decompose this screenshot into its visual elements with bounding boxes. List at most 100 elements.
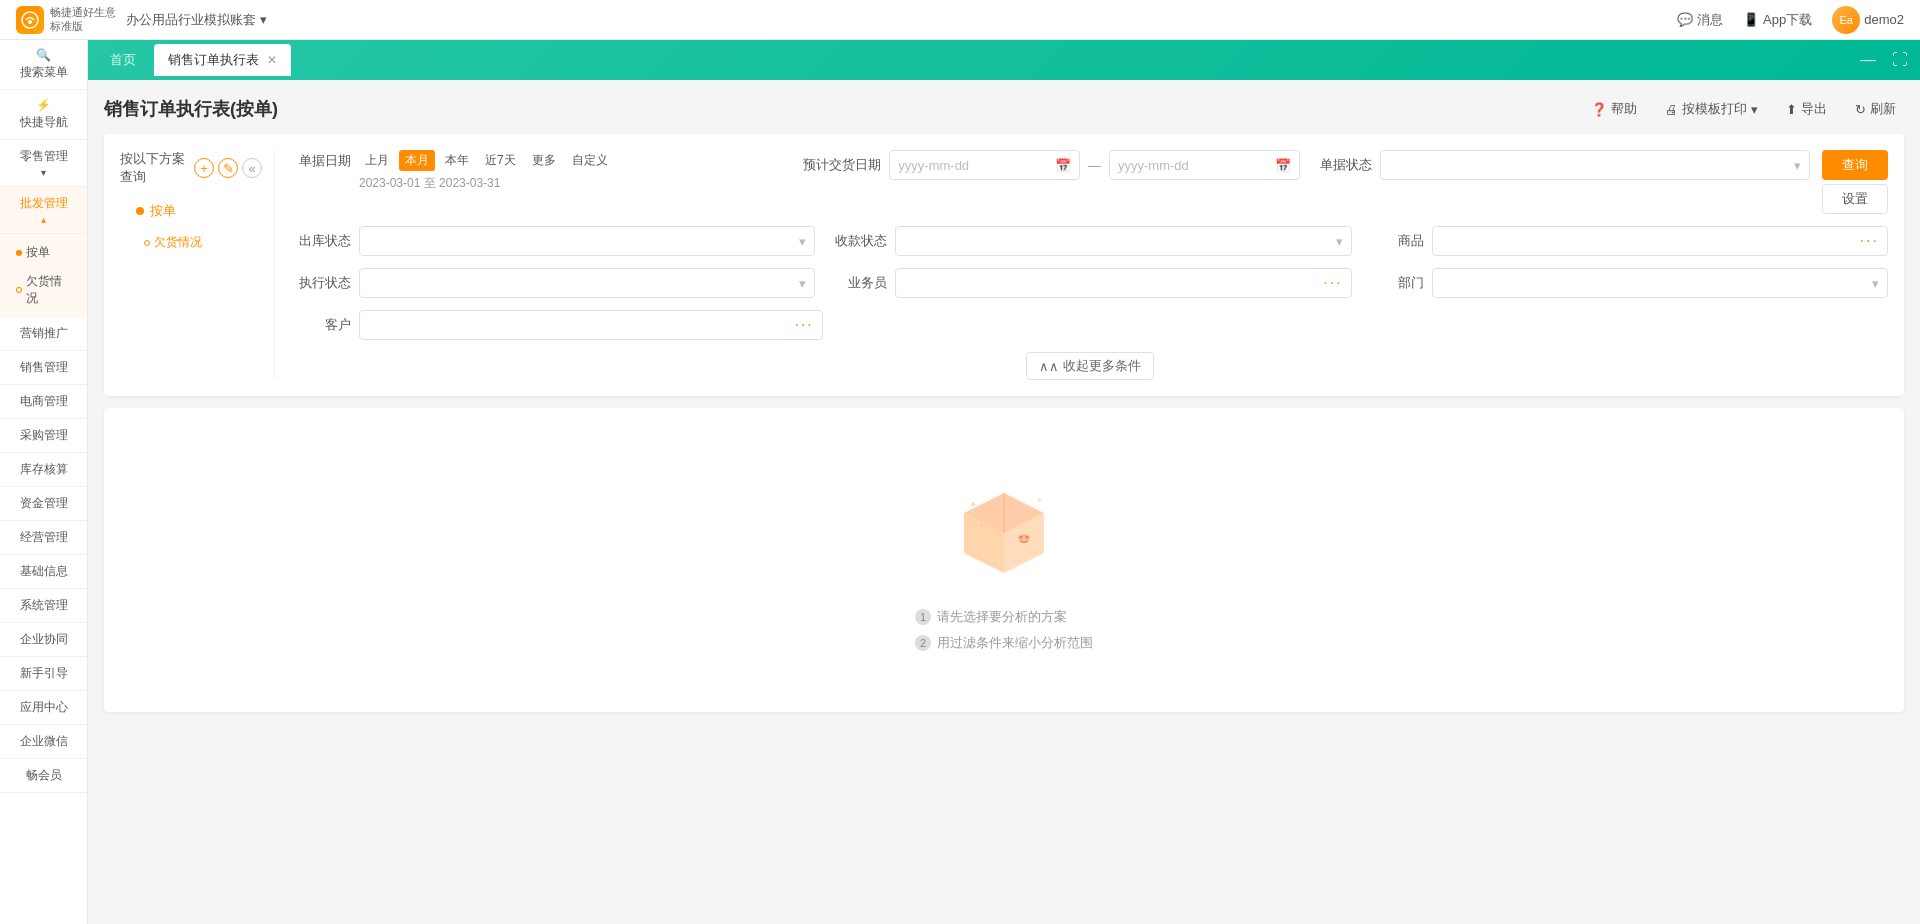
message-icon: 💬 (1677, 12, 1693, 27)
app-download-button[interactable]: 📱 App下载 (1743, 11, 1812, 29)
page-title: 销售订单执行表(按单) (104, 97, 278, 121)
sidebar-item-search[interactable]: 🔍 搜索菜单 (0, 40, 87, 90)
sidebar-item-appstore[interactable]: 应用中心 (0, 691, 87, 725)
sidebar-item-corp[interactable]: 企业协同 (0, 623, 87, 657)
quicknav-icon: ⚡ (36, 98, 51, 112)
user-avatar: Ea (1832, 6, 1860, 34)
sidebar-item-inventory[interactable]: 库存核算 (0, 453, 87, 487)
company-selector[interactable]: 办公用品行业模拟账套 ▾ (126, 11, 267, 29)
scheme-subitem-overdue[interactable]: 欠货情况 (120, 228, 262, 257)
empty-tip-1: 1 请先选择要分析的方案 (915, 608, 1093, 626)
goods-more-icon[interactable]: ··· (1860, 232, 1879, 250)
sidebar-item-wxwork[interactable]: 企业微信 (0, 725, 87, 759)
collapse-more-button[interactable]: ∧∧ 收起更多条件 (1026, 352, 1154, 380)
bill-status-select[interactable]: ▾ (1380, 150, 1810, 180)
wholesale-label: 批发管理 (20, 195, 68, 212)
scheme-edit-button[interactable]: ✎ (218, 158, 238, 178)
tab-minimize-icon[interactable]: — (1856, 47, 1880, 73)
sidebar-item-system[interactable]: 系统管理 (0, 589, 87, 623)
salesperson-label: 业务员 (827, 274, 887, 292)
chevron-down-icon: ▾ (1751, 102, 1758, 117)
bill-date-range-display: 2023-03-01 至 2023-03-31 (359, 175, 789, 192)
scheme-item-order[interactable]: 按单 (120, 194, 262, 228)
date-tab-more[interactable]: 更多 (526, 150, 562, 171)
sidebar-item-operation[interactable]: 经营管理 (0, 521, 87, 555)
salesperson-input[interactable]: ··· (895, 268, 1351, 298)
filter-panel: 按以下方案查询 + ✎ « 按单 (104, 134, 1904, 396)
sidebar-quicknav-label: 快捷导航 (20, 114, 68, 131)
department-group: 部门 ▾ (1364, 268, 1888, 298)
sidebar-item-ecommerce[interactable]: 电商管理 (0, 385, 87, 419)
template-print-button[interactable]: 🖨 按模板打印 ▾ (1657, 96, 1766, 122)
sidebar-item-quicknav[interactable]: ⚡ 快捷导航 (0, 90, 87, 140)
sidebar: 🔍 搜索菜单 ⚡ 快捷导航 零售管理 ▾ 批发管理 ▴ 按单 欠货情况 营销推 (0, 40, 88, 924)
sidebar-item-retail[interactable]: 零售管理 ▾ (0, 140, 87, 187)
app-logo-icon (16, 6, 44, 34)
help-button[interactable]: ❓ 帮助 (1583, 96, 1645, 122)
sidebar-item-wholesale[interactable]: 批发管理 ▴ (0, 187, 87, 234)
scheme-add-button[interactable]: + (194, 158, 214, 178)
settings-button[interactable]: 设置 (1822, 184, 1888, 214)
customer-input[interactable]: ··· (359, 310, 823, 340)
scheme-panel-header: 按以下方案查询 + ✎ « (120, 150, 262, 194)
scheme-title: 按以下方案查询 (120, 150, 194, 186)
query-button[interactable]: 查询 (1822, 150, 1888, 180)
sidebar-search-label: 搜索菜单 (20, 64, 68, 81)
exec-status-select[interactable]: ▾ (359, 268, 815, 298)
expected-date-label: 预计交货日期 (801, 156, 881, 174)
department-select[interactable]: ▾ (1432, 268, 1888, 298)
customer-group: 客户 ··· (291, 310, 823, 340)
sidebar-item-member[interactable]: 畅会员 (0, 759, 87, 793)
empty-state: ✦ ✦ ✦ 1 请先选择要分析的方案 2 用过滤条件来缩小分析范围 (104, 408, 1904, 712)
expected-date-start-input[interactable]: yyyy-mm-dd 📅 (889, 150, 1080, 180)
help-label: 帮助 (1611, 100, 1637, 118)
chevron-down-icon: ▾ (1336, 234, 1343, 249)
scheme-subitem-overdue-label: 欠货情况 (154, 234, 202, 251)
tab-expand-icon[interactable]: ⛶ (1888, 47, 1912, 73)
sidebar-subitem-overdue[interactable]: 欠货情况 (0, 267, 87, 313)
print-icon: 🖨 (1665, 102, 1678, 117)
message-button[interactable]: 💬 消息 (1677, 11, 1723, 29)
date-tab-custom[interactable]: 自定义 (566, 150, 614, 171)
expected-date-group: 预计交货日期 yyyy-mm-dd 📅 — yyyy-mm-dd 📅 (801, 150, 1299, 180)
sidebar-item-sales[interactable]: 销售管理 (0, 351, 87, 385)
search-icon: 🔍 (36, 48, 51, 62)
svg-point-9 (1026, 536, 1029, 539)
date-tab-last-7days[interactable]: 近7天 (479, 150, 522, 171)
date-tab-this-year[interactable]: 本年 (439, 150, 475, 171)
tab-bar-right: — ⛶ (1856, 47, 1920, 73)
header-right: 💬 消息 📱 App下载 Ea demo2 (1677, 6, 1904, 34)
payment-status-select[interactable]: ▾ (895, 226, 1351, 256)
filter-row-4: 客户 ··· (291, 310, 1888, 340)
scheme-collapse-button[interactable]: « (242, 158, 262, 178)
sidebar-item-newbie[interactable]: 新手引导 (0, 657, 87, 691)
delivery-status-select[interactable]: ▾ (359, 226, 815, 256)
company-name: 办公用品行业模拟账套 (126, 11, 256, 29)
sidebar-item-marketing[interactable]: 营销推广 (0, 317, 87, 351)
expected-date-start-placeholder: yyyy-mm-dd (898, 158, 969, 173)
goods-input[interactable]: ··· (1432, 226, 1888, 256)
customer-more-icon[interactable]: ··· (794, 316, 813, 334)
top-header: 畅捷通好生意 标准版 办公用品行业模拟账套 ▾ 💬 消息 📱 App下载 Ea … (0, 0, 1920, 40)
tab-sales-exec-table[interactable]: 销售订单执行表 ✕ (154, 44, 291, 76)
tab-home[interactable]: 首页 (96, 44, 150, 76)
date-tab-this-month[interactable]: 本月 (399, 150, 435, 171)
user-area[interactable]: Ea demo2 (1832, 6, 1904, 34)
refresh-button[interactable]: ↻ 刷新 (1847, 96, 1904, 122)
export-button[interactable]: ⬆ 导出 (1778, 96, 1835, 122)
logo-area: 畅捷通好生意 标准版 (16, 6, 116, 34)
salesperson-more-icon[interactable]: ··· (1323, 274, 1342, 292)
svg-point-1 (28, 20, 32, 24)
sidebar-subitem-order[interactable]: 按单 (0, 238, 87, 267)
tip-num-1: 1 (915, 609, 931, 625)
payment-status-group: 收款状态 ▾ (827, 226, 1351, 256)
filter-row-3: 执行状态 ▾ 业务员 ··· (291, 268, 1888, 298)
delivery-status-label: 出库状态 (291, 232, 351, 250)
expected-date-end-input[interactable]: yyyy-mm-dd 📅 (1109, 150, 1300, 180)
sidebar-item-purchase[interactable]: 采购管理 (0, 419, 87, 453)
sidebar-item-basic[interactable]: 基础信息 (0, 555, 87, 589)
tab-close-icon[interactable]: ✕ (267, 53, 277, 67)
date-tab-last-month[interactable]: 上月 (359, 150, 395, 171)
chevron-down-icon: ▾ (799, 234, 806, 249)
sidebar-item-finance[interactable]: 资金管理 (0, 487, 87, 521)
